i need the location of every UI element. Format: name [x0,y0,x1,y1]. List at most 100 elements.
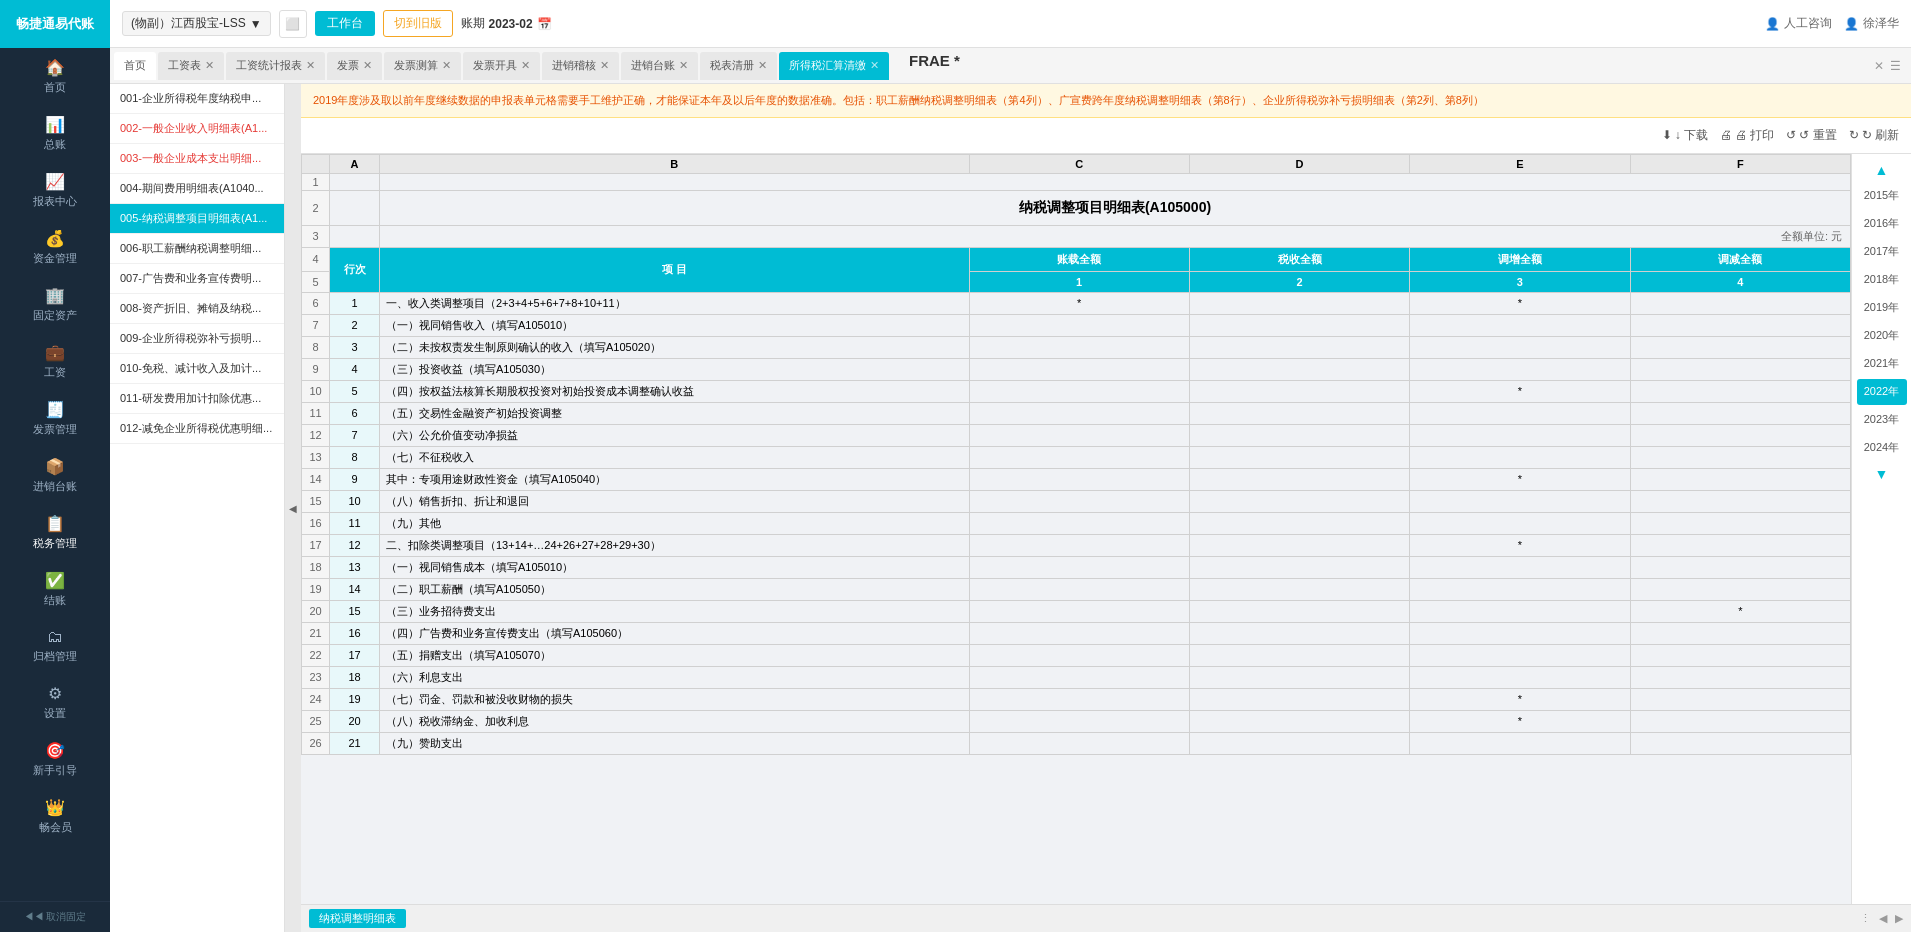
e-11[interactable] [1410,402,1630,424]
old-version-button[interactable]: 切到旧版 [383,10,453,37]
item-15[interactable]: （八）销售折扣、折让和退回 [380,490,970,512]
item-17[interactable]: 二、扣除类调整项目（13+14+…24+26+27+28+29+30） [380,534,970,556]
cell-2-A[interactable] [330,190,380,225]
f-26[interactable] [1630,732,1850,754]
item-16[interactable]: （九）其他 [380,512,970,534]
item-14[interactable]: 其中：专项用途财政性资金（填写A105040） [380,468,970,490]
f-6[interactable] [1630,292,1850,314]
menu-icon[interactable]: ☰ [1890,59,1901,73]
sidebar-item-新手引导[interactable]: 🎯新手引导 [0,731,110,788]
e-13[interactable] [1410,446,1630,468]
d-25[interactable] [1189,710,1409,732]
f-11[interactable] [1630,402,1850,424]
d-22[interactable] [1189,644,1409,666]
year-item-2020年[interactable]: 2020年 [1857,323,1907,349]
tab-close-icon[interactable]: ✕ [870,59,879,72]
c-25[interactable] [969,710,1189,732]
d-20[interactable] [1189,600,1409,622]
d-14[interactable] [1189,468,1409,490]
item-13[interactable]: （七）不征税收入 [380,446,970,468]
year-item-2015年[interactable]: 2015年 [1857,183,1907,209]
c-17[interactable] [969,534,1189,556]
d-16[interactable] [1189,512,1409,534]
d-24[interactable] [1189,688,1409,710]
f-21[interactable] [1630,622,1850,644]
item-25[interactable]: （八）税收滞纳金、加收利息 [380,710,970,732]
item-7[interactable]: （一）视同销售收入（填写A105010） [380,314,970,336]
d-26[interactable] [1189,732,1409,754]
year-item-2018年[interactable]: 2018年 [1857,267,1907,293]
d-21[interactable] [1189,622,1409,644]
tab-首页[interactable]: 首页 [114,52,156,80]
c-19[interactable] [969,578,1189,600]
item-24[interactable]: （七）罚金、罚款和被没收财物的损失 [380,688,970,710]
item-11[interactable]: （五）交易性金融资产初始投资调整 [380,402,970,424]
c-20[interactable] [969,600,1189,622]
d-8[interactable] [1189,336,1409,358]
d-6[interactable] [1189,292,1409,314]
e-25[interactable]: * [1410,710,1630,732]
c-18[interactable] [969,556,1189,578]
e-8[interactable] [1410,336,1630,358]
sidebar-item-固定资产[interactable]: 🏢固定资产 [0,276,110,333]
c-10[interactable] [969,380,1189,402]
e-9[interactable] [1410,358,1630,380]
item-20[interactable]: （三）业务招待费支出 [380,600,970,622]
d-17[interactable] [1189,534,1409,556]
tab-进销稽核[interactable]: 进销稽核✕ [542,52,619,80]
f-24[interactable] [1630,688,1850,710]
f-22[interactable] [1630,644,1850,666]
year-item-2017年[interactable]: 2017年 [1857,239,1907,265]
c-13[interactable] [969,446,1189,468]
tab-close-icon[interactable]: ✕ [306,59,315,72]
year-down-button[interactable]: ▼ [1871,462,1893,486]
c-12[interactable] [969,424,1189,446]
c-16[interactable] [969,512,1189,534]
e-18[interactable] [1410,556,1630,578]
f-19[interactable] [1630,578,1850,600]
d-19[interactable] [1189,578,1409,600]
f-12[interactable] [1630,424,1850,446]
calendar-icon[interactable]: 📅 [537,17,552,31]
year-item-2016年[interactable]: 2016年 [1857,211,1907,237]
copy-icon-btn[interactable]: ⬜ [279,10,307,38]
f-17[interactable] [1630,534,1850,556]
download-button[interactable]: ⬇↓ 下载 [1662,127,1708,144]
sidebar-item-首页[interactable]: 🏠首页 [0,48,110,105]
e-7[interactable] [1410,314,1630,336]
f-7[interactable] [1630,314,1850,336]
e-14[interactable]: * [1410,468,1630,490]
c-24[interactable] [969,688,1189,710]
tab-close-icon[interactable]: ✕ [679,59,688,72]
print-button[interactable]: 🖨🖨 打印 [1720,127,1774,144]
e-23[interactable] [1410,666,1630,688]
item-23[interactable]: （六）利息支出 [380,666,970,688]
tab-发票测算[interactable]: 发票测算✕ [384,52,461,80]
tab-发票[interactable]: 发票✕ [327,52,382,80]
left-panel-item-003[interactable]: 003-一般企业成本支出明细... [110,144,284,174]
left-panel-item-007[interactable]: 007-广告费和业务宣传费明... [110,264,284,294]
c-21[interactable] [969,622,1189,644]
refresh-button[interactable]: ↻↻ 刷新 [1849,127,1899,144]
e-17[interactable]: * [1410,534,1630,556]
item-10[interactable]: （四）按权益法核算长期股权投资对初始投资成本调整确认收益 [380,380,970,402]
spreadsheet-container[interactable]: A B C D E F1 2 纳税调整项目明细表(A105000)3 全额单位:… [301,154,1851,905]
unfix-button[interactable]: ◀◀ 取消固定 [0,901,110,932]
f-10[interactable] [1630,380,1850,402]
c-9[interactable] [969,358,1189,380]
sidebar-item-进销台账[interactable]: 📦进销台账 [0,447,110,504]
c-8[interactable] [969,336,1189,358]
f-23[interactable] [1630,666,1850,688]
e-26[interactable] [1410,732,1630,754]
user-menu[interactable]: 👤 徐泽华 [1844,15,1899,32]
tab-close-icon[interactable]: ✕ [600,59,609,72]
d-9[interactable] [1189,358,1409,380]
d-10[interactable] [1189,380,1409,402]
reset-button[interactable]: ↺↺ 重置 [1786,127,1836,144]
year-item-2021年[interactable]: 2021年 [1857,351,1907,377]
f-9[interactable] [1630,358,1850,380]
left-panel-item-008[interactable]: 008-资产折旧、摊销及纳税... [110,294,284,324]
sidebar-item-发票管理[interactable]: 🧾发票管理 [0,390,110,447]
left-panel-item-011[interactable]: 011-研发费用加计扣除优惠... [110,384,284,414]
left-panel-item-001[interactable]: 001-企业所得税年度纳税申... [110,84,284,114]
